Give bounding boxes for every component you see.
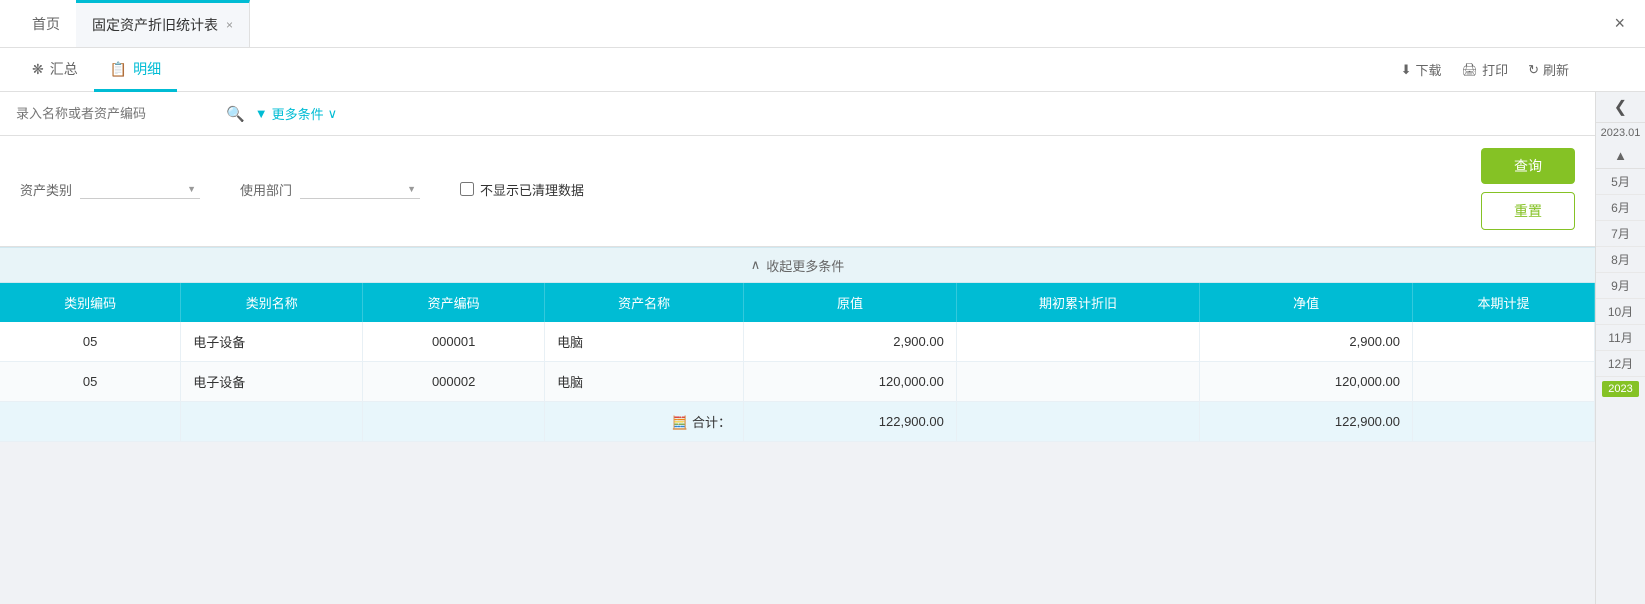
- month-5[interactable]: 5月: [1596, 169, 1645, 195]
- print-label: 打印: [1482, 60, 1508, 79]
- scroll-nav-arrow[interactable]: ❮: [1596, 92, 1645, 123]
- exclude-cleared-field: 不显示已清理数据: [460, 180, 584, 199]
- chevron-down-icon: ∨: [328, 106, 338, 122]
- col-current-depreciation: 本期计提: [1413, 283, 1595, 322]
- collapse-bar[interactable]: ∧ 收起更多条件: [0, 247, 1595, 283]
- month-9[interactable]: 9月: [1596, 273, 1645, 299]
- month-7[interactable]: 7月: [1596, 221, 1645, 247]
- scroll-up-btn[interactable]: ▲: [1596, 143, 1645, 169]
- col-asset-code: 资产编码: [363, 283, 545, 322]
- top-nav-bar: 首页 固定资产折旧统计表 × ×: [0, 0, 1645, 48]
- search-bar: 🔍 ▼ 更多条件 ∨: [0, 92, 1595, 136]
- chevron-up-icon: ∧: [751, 257, 761, 273]
- search-input[interactable]: [16, 106, 216, 121]
- table-body: 05电子设备000001电脑2,900.002,900.0005电子设备0000…: [0, 322, 1595, 442]
- content-area: 🔍 ▼ 更多条件 ∨ 资产类别: [0, 92, 1595, 604]
- col-accum-depreciation: 期初累计折旧: [956, 283, 1199, 322]
- refresh-label: 刷新: [1543, 60, 1569, 79]
- filter-icon: ▼: [255, 106, 268, 121]
- month-8[interactable]: 8月: [1596, 247, 1645, 273]
- department-select[interactable]: [300, 179, 420, 199]
- table-wrapper: 类别编码 类别名称 资产编码 资产名称 原值 期初累计折旧 净值 本期计提 05…: [0, 283, 1595, 604]
- query-button[interactable]: 查询: [1481, 148, 1575, 184]
- data-table: 类别编码 类别名称 资产编码 资产名称 原值 期初累计折旧 净值 本期计提 05…: [0, 283, 1595, 442]
- date-label: 2023.01: [1601, 123, 1641, 143]
- tab-close-icon[interactable]: ×: [226, 18, 233, 32]
- download-icon: ⬇: [1401, 62, 1412, 78]
- detail-label: 明细: [133, 59, 161, 79]
- filter-area: 资产类别 使用部门: [0, 136, 1595, 247]
- print-button[interactable]: 🖨 打印: [1462, 60, 1509, 79]
- department-label: 使用部门: [240, 180, 292, 199]
- calc-icon: 🧮: [672, 415, 688, 430]
- right-scroll-panel: ❮ 2023.01 ▲ 5月 6月 7月 8月 9月 10月 11月 12月 2…: [1595, 92, 1645, 604]
- print-icon: 🖨: [1462, 62, 1479, 78]
- col-category-code: 类别编码: [0, 283, 181, 322]
- search-icon[interactable]: 🔍: [226, 105, 245, 123]
- asset-category-field: 资产类别: [20, 179, 200, 199]
- month-6[interactable]: 6月: [1596, 195, 1645, 221]
- exclude-cleared-label: 不显示已清理数据: [480, 180, 584, 199]
- tab-detail[interactable]: 📋 明细: [94, 49, 177, 92]
- col-net-value: 净值: [1200, 283, 1413, 322]
- asset-category-label: 资产类别: [20, 180, 72, 199]
- exclude-cleared-checkbox[interactable]: [460, 182, 474, 196]
- summary-label: 汇总: [50, 59, 78, 79]
- filter-row: 资产类别 使用部门: [20, 148, 1575, 230]
- collapse-label: 收起更多条件: [766, 256, 844, 275]
- download-button[interactable]: ⬇ 下载: [1401, 60, 1442, 79]
- year-badge[interactable]: 2023: [1602, 381, 1638, 397]
- col-category-name: 类别名称: [181, 283, 363, 322]
- more-filter-button[interactable]: ▼ 更多条件 ∨: [255, 104, 337, 123]
- filter-buttons: 查询 重置: [1481, 148, 1575, 230]
- table-header: 类别编码 类别名称 资产编码 资产名称 原值 期初累计折旧 净值 本期计提: [0, 283, 1595, 322]
- home-nav-item[interactable]: 首页: [16, 14, 76, 34]
- reset-button[interactable]: 重置: [1481, 192, 1575, 230]
- active-tab[interactable]: 固定资产折旧统计表 ×: [76, 0, 250, 47]
- table-row[interactable]: 05电子设备000001电脑2,900.002,900.00: [0, 322, 1595, 362]
- month-12[interactable]: 12月: [1596, 351, 1645, 377]
- refresh-button[interactable]: ↻ 刷新: [1528, 60, 1569, 79]
- tab-title: 固定资产折旧统计表: [92, 15, 218, 35]
- summary-icon: ❋: [32, 61, 44, 78]
- tab-summary[interactable]: ❋ 汇总: [16, 49, 94, 92]
- table-row[interactable]: 05电子设备000002电脑120,000.00120,000.00: [0, 362, 1595, 402]
- col-asset-name: 资产名称: [545, 283, 744, 322]
- window-close-icon[interactable]: ×: [1614, 13, 1625, 34]
- month-10[interactable]: 10月: [1596, 299, 1645, 325]
- download-label: 下载: [1416, 60, 1442, 79]
- detail-icon: 📋: [110, 61, 127, 78]
- total-row: 🧮合计：122,900.00122,900.00: [0, 402, 1595, 442]
- refresh-icon: ↻: [1528, 62, 1539, 78]
- asset-category-select[interactable]: [80, 179, 200, 199]
- department-field: 使用部门: [240, 179, 420, 199]
- filter-label: 更多条件: [272, 104, 324, 123]
- col-original-value: 原值: [744, 283, 957, 322]
- month-11[interactable]: 11月: [1596, 325, 1645, 351]
